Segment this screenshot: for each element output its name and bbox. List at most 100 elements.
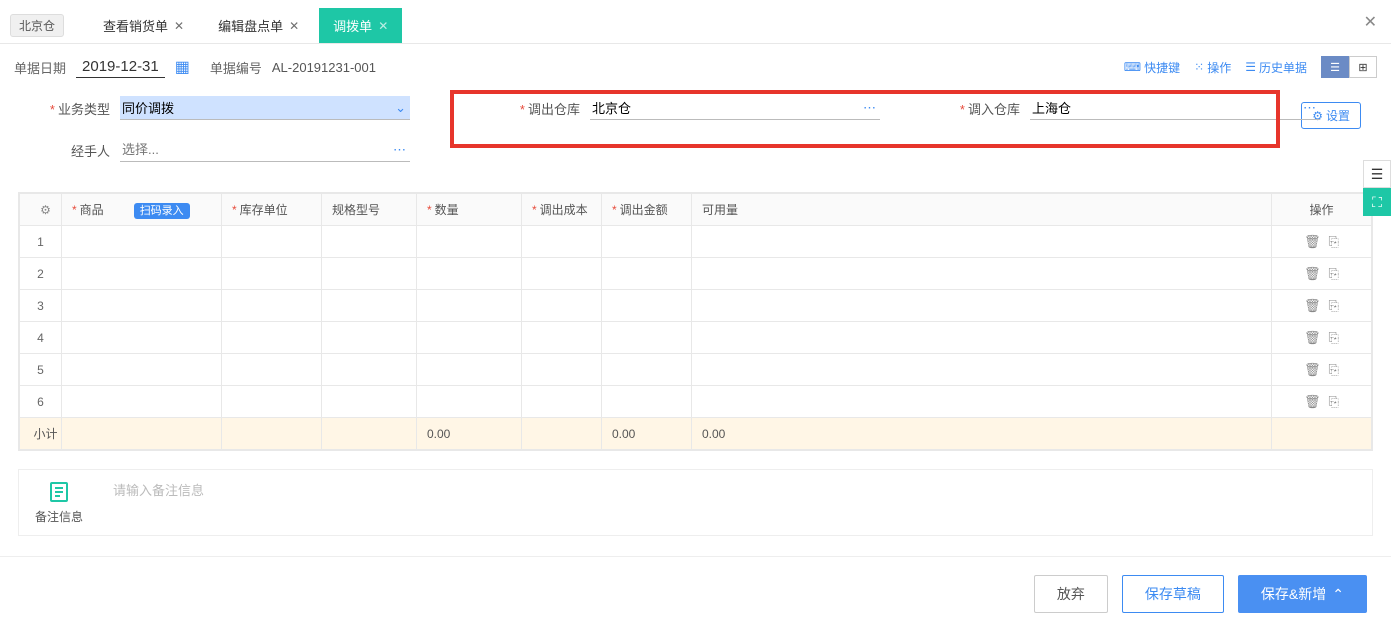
- button-label: 设置: [1326, 107, 1350, 124]
- col-available: 可用量: [692, 194, 1272, 226]
- keyboard-icon: ⌨: [1124, 60, 1141, 74]
- remark-section: 备注信息: [18, 469, 1373, 536]
- close-icon[interactable]: ✕: [378, 19, 388, 33]
- doc-header: 单据日期 2019-12-31 ▦ 单据编号 AL-20191231-001 ⌨…: [0, 44, 1391, 90]
- operate-link[interactable]: ⁙操作: [1194, 59, 1231, 76]
- handler-input[interactable]: [120, 138, 410, 162]
- out-warehouse-input[interactable]: [590, 96, 880, 120]
- link-label: 快捷键: [1144, 59, 1180, 76]
- field-label: *调出仓库: [500, 99, 580, 118]
- field-handler: 经手人 ⋯: [30, 138, 410, 162]
- delete-icon[interactable]: 🗑: [1304, 362, 1321, 377]
- row-number: 5: [20, 354, 62, 386]
- col-product: *商品扫码录入: [62, 194, 222, 226]
- grid-icon: ⁙: [1194, 60, 1204, 74]
- delete-icon[interactable]: 🗑: [1304, 394, 1321, 409]
- delete-icon[interactable]: 🗑: [1304, 234, 1321, 249]
- tab-bar: 北京仓 查看销货单 ✕ 编辑盘点单 ✕ 调拨单 ✕ ✕: [0, 0, 1391, 44]
- row-number: 6: [20, 386, 62, 418]
- date-value[interactable]: 2019-12-31: [76, 56, 165, 78]
- side-tools: ☰ ⛶: [1363, 160, 1391, 216]
- tab-label: 编辑盘点单: [218, 16, 283, 35]
- view-grid-button[interactable]: ⊞: [1349, 56, 1377, 78]
- delete-icon[interactable]: 🗑: [1304, 330, 1321, 345]
- history-link[interactable]: ☰历史单据: [1245, 59, 1307, 76]
- field-in-warehouse: *调入仓库 ⋯: [940, 96, 1320, 120]
- note-icon: [47, 480, 71, 504]
- table-row[interactable]: 6 🗑 ⎘: [20, 386, 1372, 418]
- subtotal-qty: 0.00: [417, 418, 522, 450]
- docno-value: AL-20191231-001: [272, 60, 376, 75]
- subtotal-amount: 0.00: [602, 418, 692, 450]
- copy-icon[interactable]: ⎘: [1329, 330, 1339, 345]
- copy-icon[interactable]: ⎘: [1329, 394, 1339, 409]
- field-label: *调入仓库: [940, 99, 1020, 118]
- row-number: 1: [20, 226, 62, 258]
- remark-label: 备注信息: [19, 470, 99, 535]
- copy-icon[interactable]: ⎘: [1329, 266, 1339, 281]
- field-label: 经手人: [30, 141, 110, 160]
- col-spec: 规格型号: [322, 194, 417, 226]
- tab-edit-inventory[interactable]: 编辑盘点单 ✕: [204, 8, 313, 43]
- table-row[interactable]: 3 🗑 ⎘: [20, 290, 1372, 322]
- field-out-warehouse: *调出仓库 ⋯: [500, 96, 880, 120]
- calendar-icon[interactable]: ▦: [175, 57, 190, 77]
- remark-input[interactable]: [99, 470, 1372, 535]
- table-row[interactable]: 2🗑⎘: [20, 258, 1372, 290]
- items-table: ⚙ *商品扫码录入 *库存单位 规格型号 *数量 *调出成本 *调出金额 可用量…: [18, 192, 1373, 451]
- close-all-icon[interactable]: ✕: [1364, 12, 1377, 32]
- row-number: 4: [20, 322, 62, 354]
- copy-icon[interactable]: ⎘: [1329, 362, 1339, 377]
- field-label: *业务类型: [30, 99, 110, 118]
- copy-icon[interactable]: ⎘: [1329, 234, 1339, 249]
- copy-icon[interactable]: ⎘: [1329, 298, 1339, 313]
- link-label: 历史单据: [1259, 59, 1307, 76]
- view-list-button[interactable]: ☰: [1321, 56, 1349, 78]
- biz-type-input[interactable]: [120, 96, 410, 120]
- shortcut-link[interactable]: ⌨快捷键: [1124, 59, 1180, 76]
- col-qty: *数量: [417, 194, 522, 226]
- delete-icon[interactable]: 🗑: [1304, 298, 1321, 313]
- scan-input-button[interactable]: 扫码录入: [134, 203, 190, 219]
- row-number: 3: [20, 290, 62, 322]
- subtotal-label: 小计: [20, 418, 62, 450]
- col-operation: 操作: [1272, 194, 1372, 226]
- more-icon[interactable]: ⋯: [863, 100, 876, 116]
- link-label: 操作: [1207, 59, 1231, 76]
- col-out-amount: *调出金额: [602, 194, 692, 226]
- tab-label: 调拨单: [333, 16, 372, 35]
- table-row[interactable]: 5 🗑 ⎘: [20, 354, 1372, 386]
- save-new-button[interactable]: 保存&新增 ⌃: [1238, 575, 1367, 613]
- in-warehouse-input[interactable]: [1030, 96, 1320, 120]
- more-icon[interactable]: ⋯: [1303, 100, 1316, 116]
- chevron-down-icon[interactable]: ⌄: [395, 100, 406, 116]
- tab-view-sales[interactable]: 查看销货单 ✕: [89, 8, 198, 43]
- col-out-cost: *调出成本: [522, 194, 602, 226]
- field-biz-type: *业务类型 ⌄: [30, 96, 410, 120]
- col-unit: *库存单位: [222, 194, 322, 226]
- discard-button[interactable]: 放弃: [1034, 575, 1108, 613]
- chevron-up-icon: ⌃: [1332, 586, 1344, 603]
- save-draft-button[interactable]: 保存草稿: [1122, 575, 1224, 613]
- warehouse-tag[interactable]: 北京仓: [10, 14, 64, 37]
- close-icon[interactable]: ✕: [289, 19, 299, 33]
- button-label: 保存&新增: [1261, 584, 1326, 604]
- tab-label: 查看销货单: [103, 16, 168, 35]
- gear-icon[interactable]: ⚙: [20, 194, 62, 226]
- subtotal-row: 小计 0.00 0.00 0.00: [20, 418, 1372, 450]
- table-row[interactable]: 1 🗑 ⎘: [20, 226, 1372, 258]
- history-icon: ☰: [1245, 60, 1256, 74]
- table-row[interactable]: 4 🗑 ⎘: [20, 322, 1372, 354]
- footer-actions: 放弃 保存草稿 保存&新增 ⌃: [0, 556, 1391, 631]
- tab-transfer-order[interactable]: 调拨单 ✕: [319, 8, 402, 43]
- close-icon[interactable]: ✕: [174, 19, 184, 33]
- view-toggle: ☰ ⊞: [1321, 56, 1377, 78]
- side-tool-expand[interactable]: ⛶: [1363, 188, 1391, 216]
- delete-icon[interactable]: 🗑: [1304, 266, 1321, 281]
- docno-label: 单据编号: [210, 58, 262, 77]
- date-label: 单据日期: [14, 58, 66, 77]
- subtotal-available: 0.00: [692, 418, 1272, 450]
- side-tool-note[interactable]: ☰: [1363, 160, 1391, 188]
- form-area: ⚙设置 *业务类型 ⌄ *调出仓库 ⋯ *调入仓库 ⋯ 经手人: [0, 90, 1391, 182]
- more-icon[interactable]: ⋯: [393, 142, 406, 158]
